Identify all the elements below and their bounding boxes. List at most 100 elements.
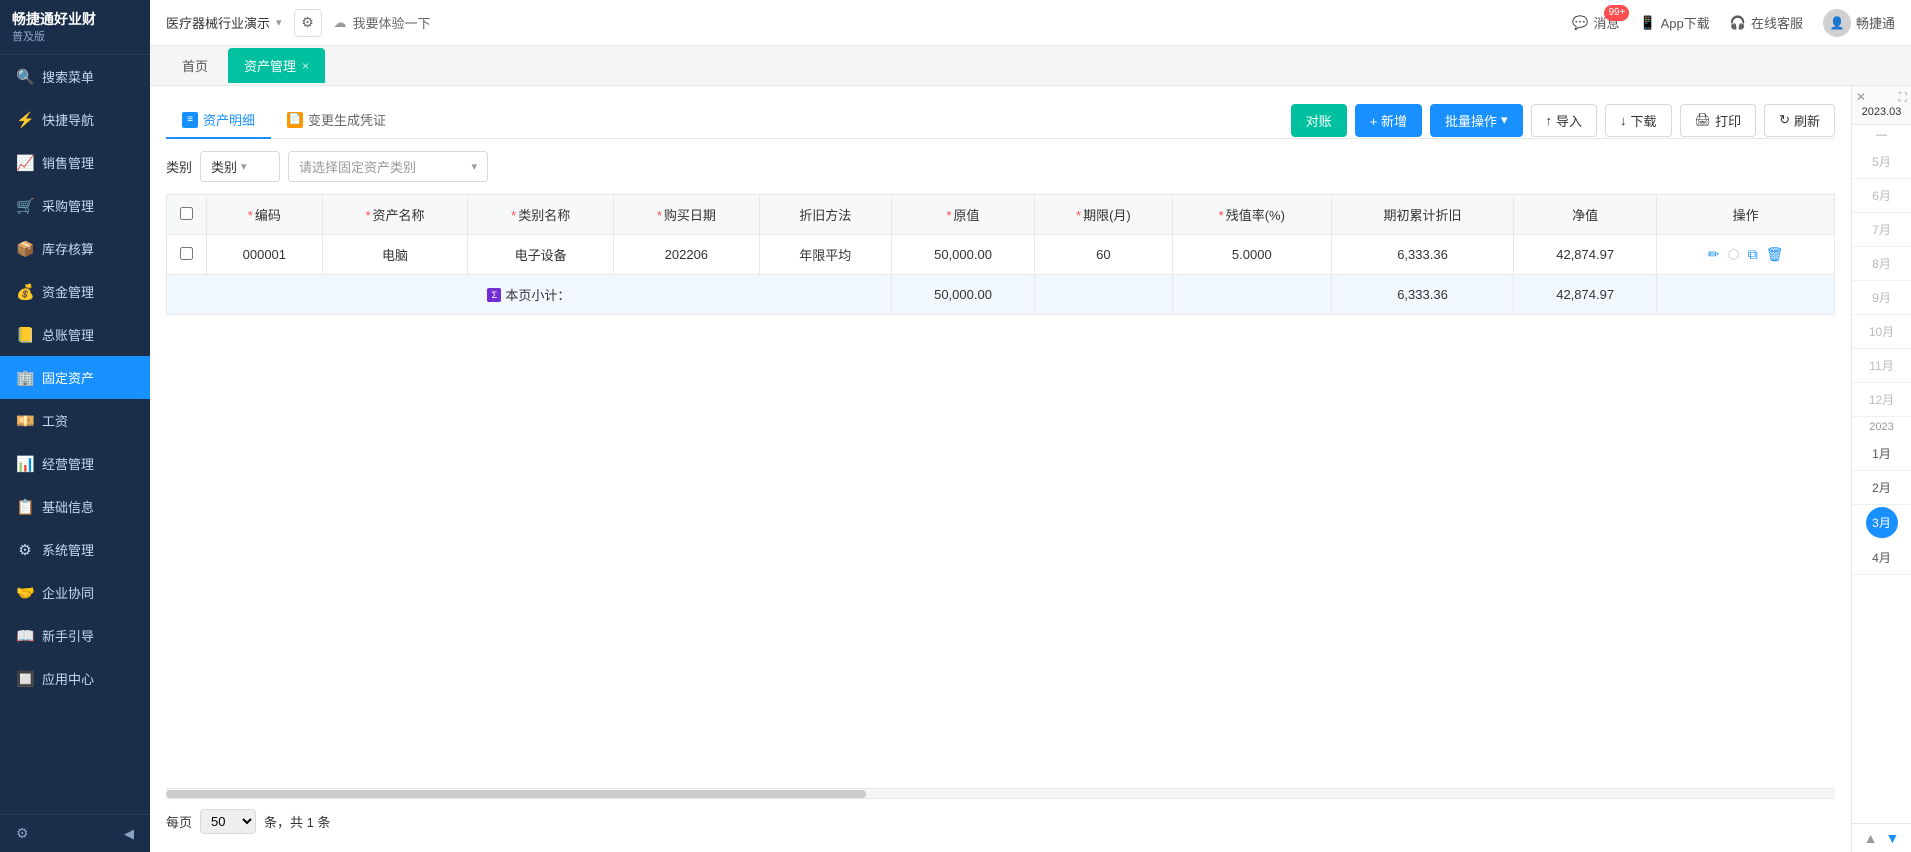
tab-asset-management[interactable]: 资产管理 × xyxy=(228,48,325,83)
duplicate-icon[interactable]: ⧉ xyxy=(1748,246,1758,263)
app-download-label: App下载 xyxy=(1661,13,1710,32)
tabs-bar: 首页 资产管理 × xyxy=(150,46,1911,86)
sidebar-item-operations[interactable]: 📊 经营管理 xyxy=(0,442,150,485)
month-item-8[interactable]: 8月 xyxy=(1852,247,1911,281)
sidebar-item-label: 销售管理 xyxy=(42,153,94,172)
topbar-settings-btn[interactable]: ⚙ xyxy=(294,9,322,37)
tab-home-label: 首页 xyxy=(182,56,208,75)
app-download-btn[interactable]: 📱 App下载 xyxy=(1639,13,1709,32)
sidebar-item-quick-nav[interactable]: ⚡ 快捷导航 xyxy=(0,98,150,141)
edit-icon[interactable]: ✏ xyxy=(1708,246,1720,263)
refresh-btn[interactable]: ↻ 刷新 xyxy=(1764,104,1835,137)
main-area: 医疗器械行业演示 ▾ ⚙ ☁ 我要体验一下 💬 消息 99+ 📱 App下载 🎧… xyxy=(150,0,1911,852)
close-icon[interactable]: ✕ xyxy=(1856,90,1866,104)
category-type-select[interactable]: 类别 ▾ xyxy=(200,151,280,182)
horizontal-scrollbar[interactable] xyxy=(166,788,1835,798)
month-item-mar[interactable]: 3月 xyxy=(1866,507,1898,539)
company-selector[interactable]: 医疗器械行业演示 ▾ xyxy=(166,13,282,32)
sidebar-item-app-center[interactable]: 🔲 应用中心 xyxy=(0,657,150,700)
tab-home[interactable]: 首页 xyxy=(166,48,224,83)
month-item-11[interactable]: 11月 xyxy=(1852,349,1911,383)
scrollbar-thumb[interactable] xyxy=(166,790,866,798)
reconcile-btn[interactable]: 对账 xyxy=(1291,104,1347,137)
enterprise-icon: 🤝 xyxy=(16,584,34,602)
batch-ops-btn[interactable]: 批量操作 ▾ xyxy=(1430,104,1523,137)
sidebar-item-search[interactable]: 🔍 搜索菜单 xyxy=(0,55,150,98)
col-purchase-date: *购买日期 xyxy=(614,195,760,235)
col-period: *期限(月) xyxy=(1035,195,1172,235)
expand-icon[interactable]: ⛶ xyxy=(1899,90,1907,105)
import-btn[interactable]: ↑ 导入 xyxy=(1531,104,1598,137)
new-btn[interactable]: + 新增 xyxy=(1355,104,1422,137)
delete-icon[interactable]: 🗑 xyxy=(1766,246,1784,263)
asset-table-wrap: *编码 *资产名称 *类别名称 *购买日期 折旧方法 *原值 *期限(月) *残… xyxy=(166,194,1835,788)
app-logo: 畅捷通好业财 普及版 xyxy=(0,0,150,55)
subtotal-label-text: 本页小计： xyxy=(505,285,570,304)
sidebar-item-guide[interactable]: 📖 新手引导 xyxy=(0,614,150,657)
category-value-select[interactable]: 请选择固定资产类别 ▾ xyxy=(288,151,488,182)
chevron-down-icon: ▾ xyxy=(1501,112,1508,128)
month-item-apr[interactable]: 4月 xyxy=(1852,541,1911,575)
pagination: 每页 50 10 20 100 条，共 1 条 xyxy=(166,798,1835,836)
experience-btn[interactable]: ☁ 我要体验一下 xyxy=(334,13,431,32)
per-page-label: 每页 xyxy=(166,812,192,831)
sidebar-item-payroll[interactable]: 💴 工资 xyxy=(0,399,150,442)
down-arrow-icon[interactable]: ▼ xyxy=(1886,830,1900,846)
chevron-down-icon: ▾ xyxy=(241,160,247,173)
sidebar-item-label: 总账管理 xyxy=(42,325,94,344)
per-page-select[interactable]: 50 10 20 100 xyxy=(200,809,256,834)
col-accum-label: 期初累计折旧 xyxy=(1384,208,1462,223)
up-arrow-icon[interactable]: ▲ xyxy=(1864,830,1878,846)
sales-icon: 📈 xyxy=(16,154,34,172)
month-list: — 5月 6月 7月 8月 9月 10月 11月 12月 2023 1月 2月 … xyxy=(1852,125,1911,823)
sidebar-item-funds[interactable]: 💰 资金管理 xyxy=(0,270,150,313)
month-item-5[interactable]: 5月 xyxy=(1852,145,1911,179)
subtotal-label-cell: Σ 本页小计： xyxy=(167,275,892,315)
month-item-7[interactable]: 7月 xyxy=(1852,213,1911,247)
row-checkbox[interactable] xyxy=(180,247,193,260)
month-item-9[interactable]: 9月 xyxy=(1852,281,1911,315)
user-menu[interactable]: 👤 畅捷通 xyxy=(1823,9,1895,37)
settings-icon[interactable]: ⚙ xyxy=(16,825,29,842)
bottom-nav: ▲ ▼ xyxy=(1852,823,1911,852)
fixed-assets-icon: 🏢 xyxy=(16,369,34,387)
gear-icon: ⚙ xyxy=(301,14,314,31)
download-btn[interactable]: ↓ 下载 xyxy=(1605,104,1672,137)
month-item-feb[interactable]: 2月 xyxy=(1852,471,1911,505)
service-icon: 🎧 xyxy=(1730,15,1746,31)
online-service-btn[interactable]: 🎧 在线客服 xyxy=(1730,13,1803,32)
subtotal-net-value: 42,874.97 xyxy=(1513,275,1656,315)
subtotal-icon: Σ xyxy=(487,288,501,302)
sidebar-item-purchase[interactable]: 🛒 采购管理 xyxy=(0,184,150,227)
month-item-jan[interactable]: 1月 xyxy=(1852,437,1911,471)
month-item-12[interactable]: 12月 xyxy=(1852,383,1911,417)
sub-tab-change-voucher[interactable]: 📄 变更生成凭证 xyxy=(271,102,402,139)
sidebar-item-general-ledger[interactable]: 📒 总账管理 xyxy=(0,313,150,356)
tab-close-btn[interactable]: × xyxy=(302,59,309,73)
print-btn[interactable]: 🖨 打印 xyxy=(1680,104,1757,137)
col-name: *资产名称 xyxy=(322,195,468,235)
sidebar-collapse-btn[interactable]: ◀ xyxy=(124,826,134,842)
row-period: 60 xyxy=(1035,235,1172,275)
sidebar-item-label: 基础信息 xyxy=(42,497,94,516)
sub-tab-asset-detail[interactable]: ≡ 资产明细 xyxy=(166,102,271,139)
quick-nav-icon: ⚡ xyxy=(16,111,34,129)
sidebar-bottom: ⚙ ◀ xyxy=(0,814,150,852)
copy-icon[interactable]: ⬡ xyxy=(1728,246,1740,263)
sidebar-item-fixed-assets[interactable]: 🏢 固定资产 xyxy=(0,356,150,399)
sidebar-item-sales[interactable]: 📈 销售管理 xyxy=(0,141,150,184)
print-label: 打印 xyxy=(1715,111,1741,130)
sidebar-item-enterprise[interactable]: 🤝 企业协同 xyxy=(0,571,150,614)
purchase-icon: 🛒 xyxy=(16,197,34,215)
sidebar-item-system[interactable]: ⚙ 系统管理 xyxy=(0,528,150,571)
select-all-checkbox[interactable] xyxy=(180,207,193,220)
col-net-value: 净值 xyxy=(1513,195,1656,235)
row-depreciation-method: 年限平均 xyxy=(759,235,891,275)
month-item-6[interactable]: 6月 xyxy=(1852,179,1911,213)
sidebar-item-basic-info[interactable]: 📋 基础信息 xyxy=(0,485,150,528)
messages-btn[interactable]: 💬 消息 99+ xyxy=(1572,13,1619,32)
sidebar-item-inventory[interactable]: 📦 库存核算 xyxy=(0,227,150,270)
right-panel: ✕ ⛶ 2023.03 — 5月 6月 7月 8月 9月 10月 11月 12月… xyxy=(1851,86,1911,852)
month-item-10[interactable]: 10月 xyxy=(1852,315,1911,349)
topbar-right: 💬 消息 99+ 📱 App下载 🎧 在线客服 👤 畅捷通 xyxy=(1572,9,1895,37)
